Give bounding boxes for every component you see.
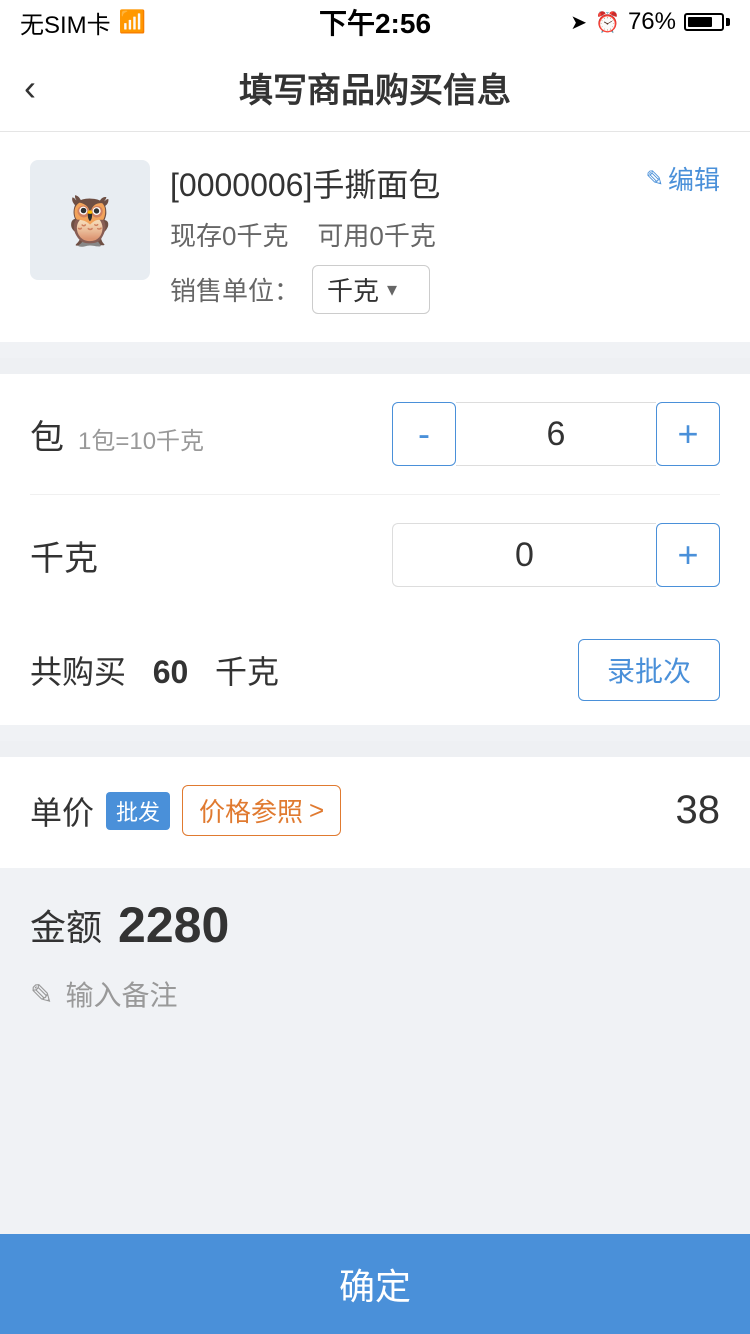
carrier-text: 无SIM卡	[20, 5, 111, 40]
pack-quantity-row: 包 1包=10千克 - +	[30, 374, 720, 495]
status-right: ➤ ⏰ 76%	[570, 8, 730, 36]
kg-quantity-row: 千克 +	[30, 495, 720, 615]
batch-button[interactable]: 录批次	[578, 639, 720, 701]
nav-bar: ‹ 填写商品购买信息	[0, 44, 750, 132]
price-label: 单价	[30, 788, 94, 834]
unit-select[interactable]: 千克 ▾	[312, 265, 430, 314]
pack-controls: - +	[392, 402, 720, 466]
location-icon: ➤	[570, 10, 587, 35]
product-logo-icon: 🦉	[60, 192, 120, 249]
price-section: 单价 批发 价格参照 > 38	[0, 757, 750, 868]
section-divider-2	[0, 741, 750, 757]
pack-input[interactable]	[456, 402, 656, 466]
total-text: 共购买 60 千克	[30, 647, 279, 693]
price-ref-chevron-icon: >	[309, 795, 324, 826]
kg-label-wrap: 千克	[30, 531, 98, 580]
alarm-icon: ⏰	[595, 10, 620, 35]
amount-section: 金额 2280 ✎ 输入备注	[0, 868, 750, 1034]
product-info: [0000006]手撕面包 ✎ 编辑 现存0千克 可用0千克 销售单位： 千克 …	[170, 160, 720, 314]
total-prefix: 共购买	[30, 654, 126, 690]
total-quantity: 60	[153, 654, 189, 690]
unit-chevron-icon: ▾	[387, 277, 397, 302]
kg-label: 千克	[30, 531, 98, 580]
price-tag: 批发	[106, 792, 170, 830]
pack-plus-button[interactable]: +	[656, 402, 720, 466]
edit-label: 编辑	[668, 160, 720, 197]
kg-input[interactable]	[392, 523, 656, 587]
quantity-section: 包 1包=10千克 - + 千克 +	[0, 374, 750, 615]
unit-label: 销售单位：	[170, 271, 300, 308]
edit-icon: ✎	[646, 166, 664, 192]
total-unit: 千克	[215, 654, 279, 690]
product-stock: 现存0千克 可用0千克	[170, 216, 720, 253]
battery-percent: 76%	[628, 8, 676, 36]
amount-label: 金额	[30, 899, 102, 951]
status-time: 下午2:56	[319, 2, 431, 42]
status-left: 无SIM卡 📶	[20, 5, 146, 40]
edit-button[interactable]: ✎ 编辑	[646, 160, 720, 197]
unit-value: 千克	[327, 271, 379, 308]
kg-controls: +	[392, 523, 720, 587]
amount-row: 金额 2280	[30, 896, 720, 954]
remark-placeholder: 输入备注	[65, 974, 177, 1014]
product-name: [0000006]手撕面包	[170, 160, 440, 206]
total-section: 共购买 60 千克 录批次	[0, 615, 750, 725]
price-row: 单价 批发 价格参照 > 38	[30, 785, 720, 836]
remark-row[interactable]: ✎ 输入备注	[30, 974, 720, 1014]
content-spacer	[0, 1034, 750, 1234]
confirm-button[interactable]: 确定	[0, 1234, 750, 1334]
remark-icon: ✎	[30, 978, 53, 1011]
pack-label: 包	[30, 410, 64, 459]
stock-text: 现存0千克	[170, 221, 288, 251]
available-text: 可用0千克	[317, 221, 435, 251]
pack-hint: 1包=10千克	[78, 421, 204, 456]
product-card: 🦉 [0000006]手撕面包 ✎ 编辑 现存0千克 可用0千克 销售单位： 千…	[0, 132, 750, 342]
wifi-icon: 📶	[119, 9, 146, 35]
page-title: 填写商品购买信息	[239, 63, 511, 112]
product-name-row: [0000006]手撕面包 ✎ 编辑	[170, 160, 720, 206]
price-value: 38	[676, 788, 721, 833]
back-button[interactable]: ‹	[24, 67, 36, 109]
kg-plus-button[interactable]: +	[656, 523, 720, 587]
amount-value: 2280	[118, 896, 229, 954]
price-label-wrap: 单价 批发 价格参照 >	[30, 785, 341, 836]
pack-label-wrap: 包 1包=10千克	[30, 410, 204, 459]
product-image: 🦉	[30, 160, 150, 280]
price-ref-button[interactable]: 价格参照 >	[182, 785, 341, 836]
product-unit-row: 销售单位： 千克 ▾	[170, 265, 720, 314]
price-ref-label: 价格参照	[199, 792, 303, 829]
status-bar: 无SIM卡 📶 下午2:56 ➤ ⏰ 76%	[0, 0, 750, 44]
pack-minus-button[interactable]: -	[392, 402, 456, 466]
battery-icon	[684, 13, 730, 31]
section-divider-1	[0, 358, 750, 374]
